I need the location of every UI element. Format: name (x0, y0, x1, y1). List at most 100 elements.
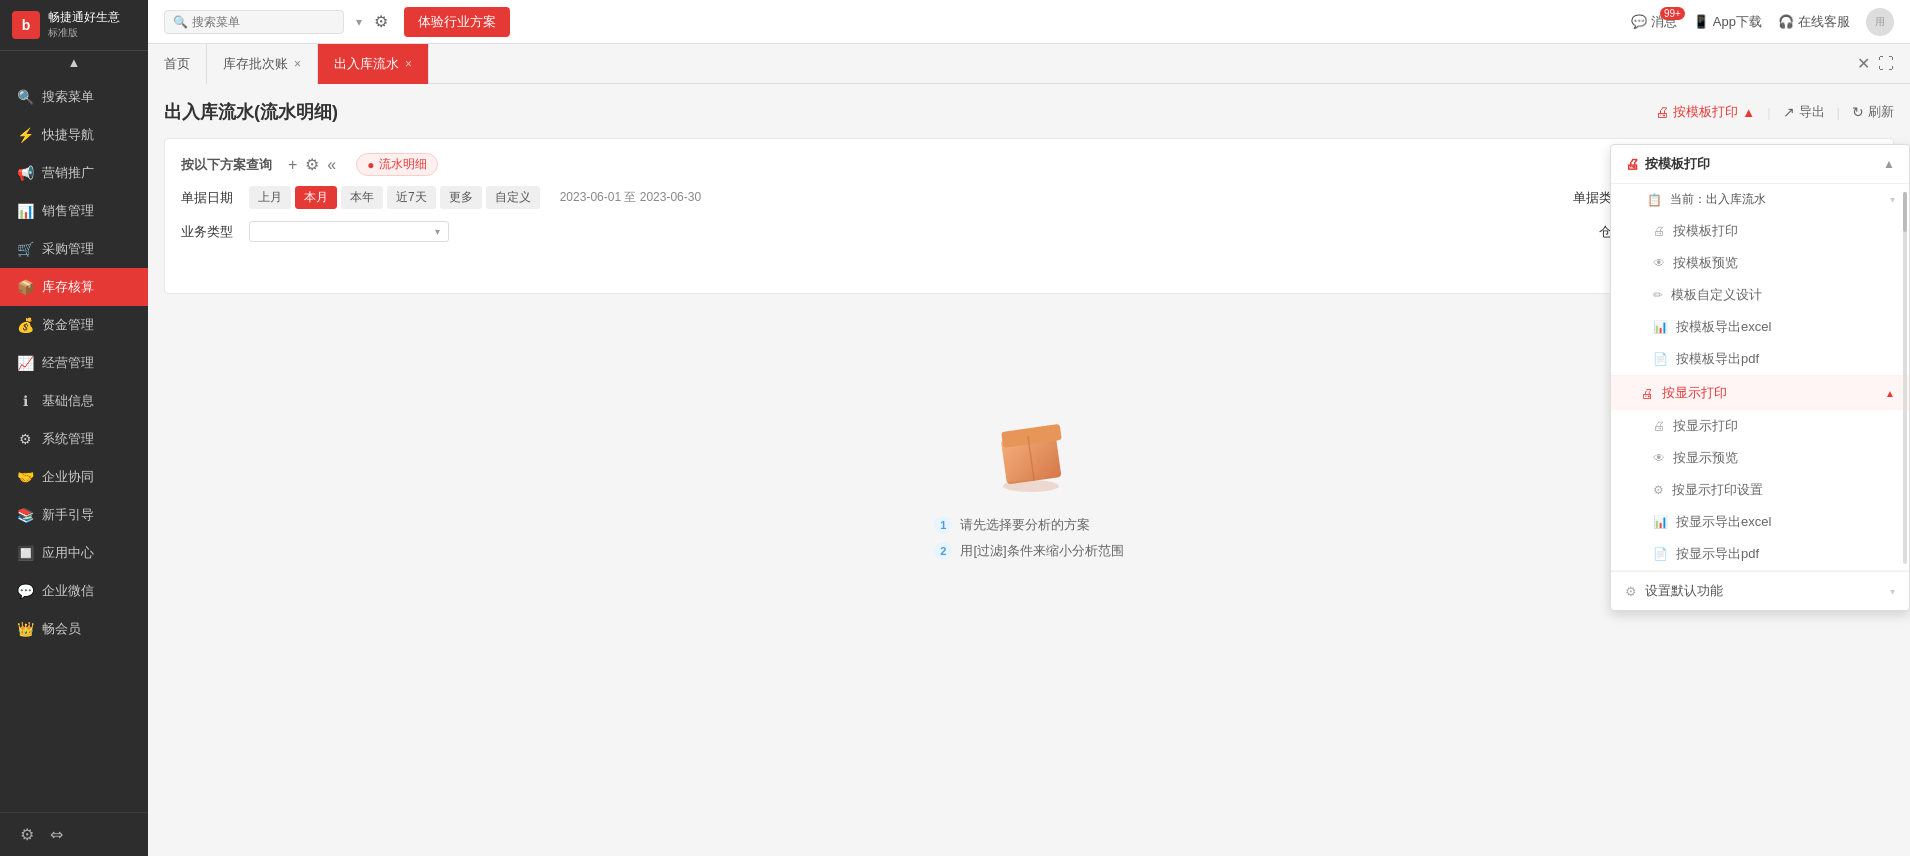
filter-btn-this-year[interactable]: 本年 (341, 186, 383, 209)
sidebar-item-system[interactable]: ⚙ 系统管理 (0, 420, 148, 458)
tab-inout-flow-label: 出入库流水 (334, 55, 399, 73)
sidebar-scroll-up[interactable]: ▲ (0, 51, 148, 74)
trial-button[interactable]: 体验行业方案 (404, 7, 510, 37)
tabs-bar: 首页 库存批次账 × 出入库流水 × ✕ ⛶ (148, 44, 1910, 84)
sidebar-item-label-inventory: 库存核算 (42, 278, 94, 296)
filter-btn-7days[interactable]: 近7天 (387, 186, 436, 209)
export-button[interactable]: ↗ 导出 (1783, 103, 1825, 121)
tab-expand-icon[interactable]: ⛶ (1878, 55, 1894, 73)
tab-batch-ledger-label: 库存批次账 (223, 55, 288, 73)
sidebar-item-app-center[interactable]: 🔲 应用中心 (0, 534, 148, 572)
tab-home[interactable]: 首页 (148, 44, 207, 84)
basic-info-icon: ℹ (16, 392, 34, 410)
display-export-pdf-label: 按显示导出pdf (1676, 545, 1759, 563)
tab-inout-flow-close[interactable]: × (405, 57, 412, 71)
sidebar-item-inventory[interactable]: 📦 库存核算 (0, 268, 148, 306)
filter-btn-more[interactable]: 更多 (440, 186, 482, 209)
print-template-button[interactable]: 🖨 按模板打印 ▲ (1655, 103, 1755, 121)
dropdown-item-template-preview[interactable]: 👁 按模板预览 (1611, 247, 1909, 279)
dropdown-item-template-print[interactable]: 🖨 按模板打印 (1611, 215, 1909, 247)
topbar-search-input[interactable] (192, 15, 332, 29)
dropdown-display-print-section[interactable]: 🖨 按显示打印 ▲ (1611, 376, 1909, 410)
filter-quick-btns: 上月 本月 本年 近7天 更多 自定义 (249, 186, 540, 209)
sidebar-nav: 🔍 搜索菜单 ⚡ 快捷导航 📢 营销推广 📊 销售管理 🛒 采购管理 📦 (0, 74, 148, 812)
sidebar-item-member[interactable]: 👑 畅会员 (0, 610, 148, 648)
tab-batch-ledger[interactable]: 库存批次账 × (207, 44, 318, 84)
headset-icon: 🎧 (1778, 14, 1794, 29)
dropdown-item-display-preview[interactable]: 👁 按显示预览 (1611, 442, 1909, 474)
sidebar-item-guide[interactable]: 📚 新手引导 (0, 496, 148, 534)
app-download-button[interactable]: 📱 App下载 (1693, 13, 1762, 31)
enterprise-icon: 🤝 (16, 468, 34, 486)
sidebar-item-finance[interactable]: 💰 资金管理 (0, 306, 148, 344)
current-template-arrow-icon: ▾ (1890, 194, 1895, 205)
dropdown-footer-settings[interactable]: ⚙ 设置默认功能 ▾ (1611, 571, 1909, 610)
sidebar-item-basic-info[interactable]: ℹ 基础信息 (0, 382, 148, 420)
refresh-button[interactable]: ↻ 刷新 (1852, 103, 1894, 121)
sidebar-settings-btn[interactable]: ⚙ (20, 825, 34, 844)
sidebar-item-quick-nav[interactable]: ⚡ 快捷导航 (0, 116, 148, 154)
current-template-icon: 📋 (1647, 193, 1662, 207)
messages-button[interactable]: 💬 消息 99+ (1631, 13, 1677, 31)
filter-date-range-text: 2023-06-01 至 2023-06-30 (560, 189, 701, 206)
dropdown-item-template-export-excel[interactable]: 📊 按模板导出excel (1611, 311, 1909, 343)
filter-business-type-chevron-icon: ▾ (435, 226, 440, 237)
dropdown-item-display-export-pdf[interactable]: 📄 按显示导出pdf (1611, 538, 1909, 570)
tabs-window-controls: ✕ ⛶ (1857, 54, 1910, 73)
template-excel-icon: 📊 (1653, 320, 1668, 334)
filter-btn-last-month[interactable]: 上月 (249, 186, 291, 209)
filter-tag-dot-icon: ● (367, 158, 374, 172)
phone-icon: 📱 (1693, 14, 1709, 29)
sidebar-item-sales[interactable]: 📊 销售管理 (0, 192, 148, 230)
sidebar-item-operations[interactable]: 📈 经营管理 (0, 344, 148, 382)
filter-btn-this-month[interactable]: 本月 (295, 186, 337, 209)
dropdown-current-template[interactable]: 📋 当前：出入库流水 ▾ (1611, 184, 1909, 215)
filter-collapse-icon[interactable]: « (327, 156, 336, 174)
topbar-chevron-icon[interactable]: ▾ (356, 15, 362, 29)
wechat-icon: 💬 (16, 582, 34, 600)
dropdown-item-display-export-excel[interactable]: 📊 按显示导出excel (1611, 506, 1909, 538)
dropdown-item-display-settings[interactable]: ⚙ 按显示打印设置 (1611, 474, 1909, 506)
filter-settings-icon[interactable]: ⚙ (305, 155, 319, 174)
sidebar-item-search[interactable]: 🔍 搜索菜单 (0, 78, 148, 116)
sidebar-item-enterprise[interactable]: 🤝 企业协同 (0, 458, 148, 496)
template-export-pdf-label: 按模板导出pdf (1676, 350, 1759, 368)
template-export-excel-label: 按模板导出excel (1676, 318, 1771, 336)
purchase-icon: 🛒 (16, 240, 34, 258)
print-template-label: 按模板打印 (1673, 103, 1738, 121)
filter-btn-custom[interactable]: 自定义 (486, 186, 540, 209)
filter-add-icon[interactable]: + (288, 156, 297, 174)
online-service-label: 在线客服 (1798, 13, 1850, 31)
main-area: 🔍 ▾ ⚙ 体验行业方案 💬 消息 99+ 📱 App下载 🎧 在 (148, 0, 1910, 856)
display-print-icon: 🖨 (1653, 419, 1665, 433)
quick-nav-icon: ⚡ (16, 126, 34, 144)
sidebar-collapse-btn[interactable]: ⇔ (50, 825, 63, 844)
sales-icon: 📊 (16, 202, 34, 220)
sidebar-item-label-operations: 经营管理 (42, 354, 94, 372)
dropdown-item-template-export-pdf[interactable]: 📄 按模板导出pdf (1611, 343, 1909, 375)
topbar-search-box[interactable]: 🔍 (164, 10, 344, 34)
sidebar-item-purchase[interactable]: 🛒 采购管理 (0, 230, 148, 268)
display-settings-icon: ⚙ (1653, 483, 1664, 497)
online-service-button[interactable]: 🎧 在线客服 (1778, 13, 1850, 31)
filter-business-type-select[interactable]: ▾ (249, 221, 449, 242)
dropdown-header-chevron-icon[interactable]: ▲ (1883, 157, 1895, 171)
dropdown-item-display-print[interactable]: 🖨 按显示打印 (1611, 410, 1909, 442)
sidebar-item-wechat[interactable]: 💬 企业微信 (0, 572, 148, 610)
tab-inout-flow[interactable]: 出入库流水 × (318, 44, 429, 84)
dropdown-display-section: 🖨 按显示打印 👁 按显示预览 ⚙ 按显示打印设置 📊 按显示导出excel (1611, 410, 1909, 571)
tab-batch-ledger-close[interactable]: × (294, 57, 301, 71)
display-preview-icon: 👁 (1653, 451, 1665, 465)
tab-close-all-icon[interactable]: ✕ (1857, 54, 1870, 73)
topbar-gear-icon[interactable]: ⚙ (374, 12, 388, 31)
dropdown-item-template-custom[interactable]: ✏ 模板自定义设计 (1611, 279, 1909, 311)
filter-tag-label: 流水明细 (379, 156, 427, 173)
filter-tag-item[interactable]: ● 流水明细 (356, 153, 437, 176)
display-print-section-icon: 🖨 (1641, 386, 1654, 401)
filter-section-label: 按以下方案查询 (181, 156, 272, 174)
footer-settings-label: 设置默认功能 (1645, 582, 1723, 600)
member-icon: 👑 (16, 620, 34, 638)
user-avatar[interactable]: 用 (1866, 8, 1894, 36)
sidebar-scroll-down[interactable]: ⚙ ⇔ (0, 812, 148, 856)
sidebar-item-marketing[interactable]: 📢 营销推广 (0, 154, 148, 192)
